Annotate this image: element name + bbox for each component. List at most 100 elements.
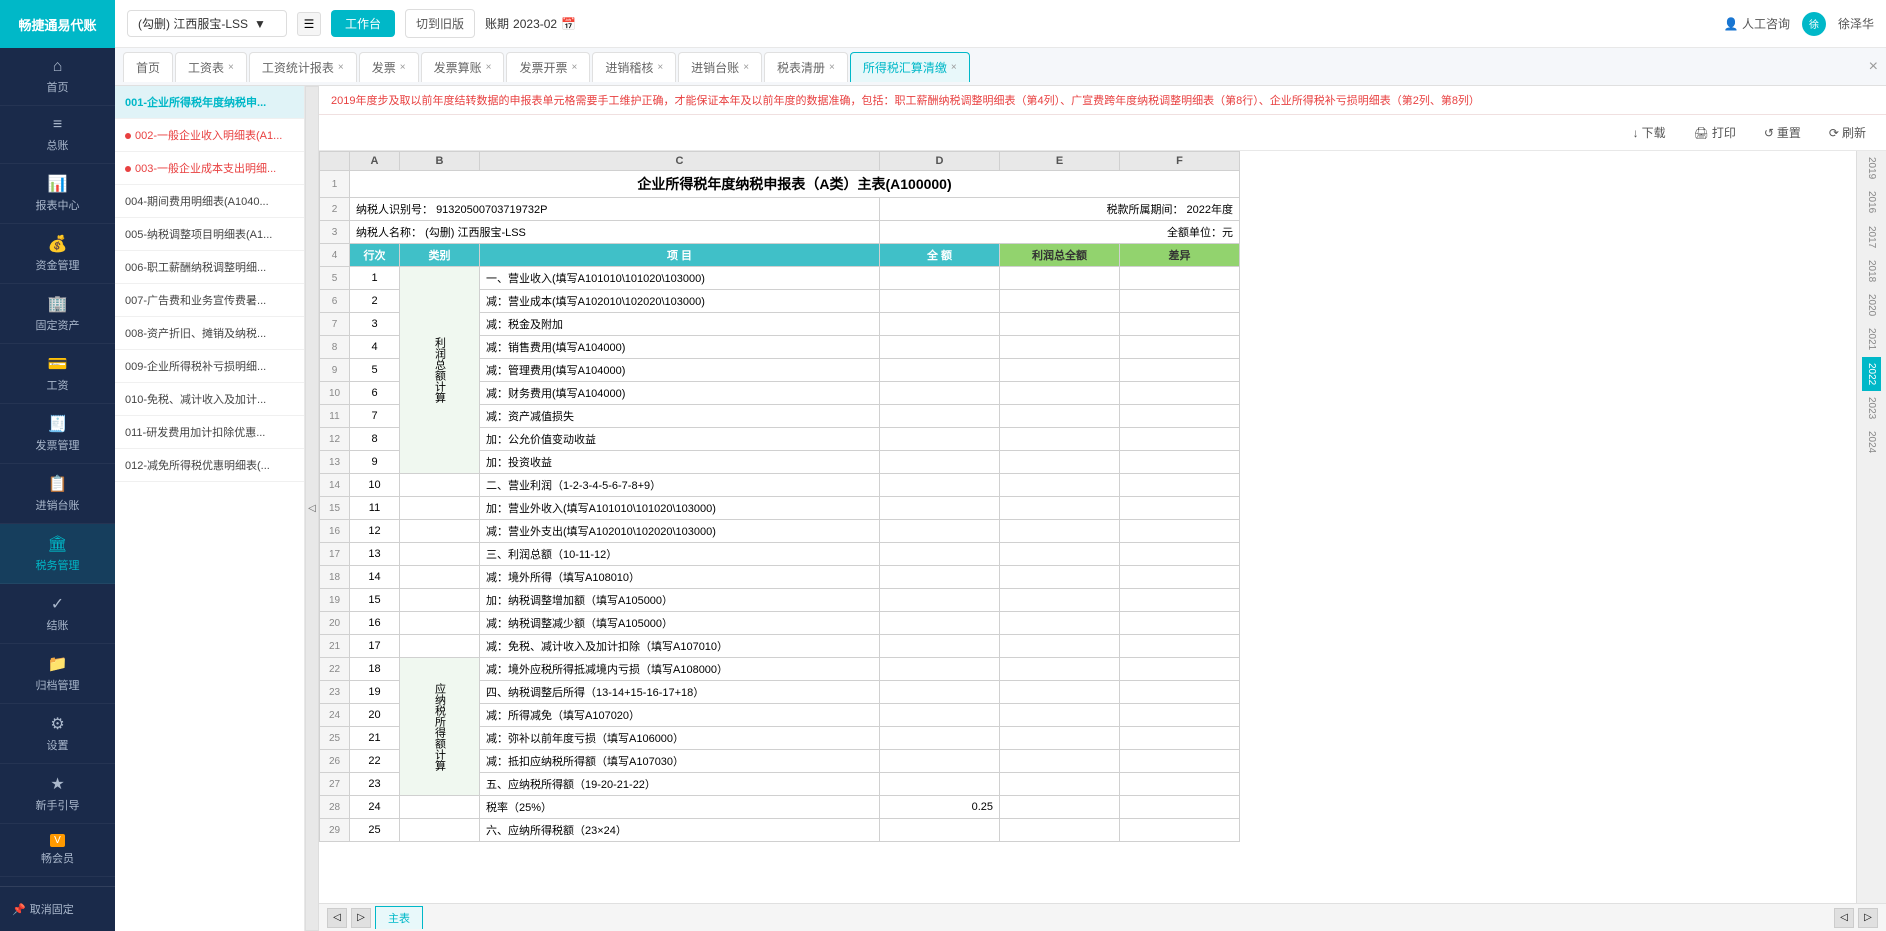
line-num[interactable]: 10 bbox=[350, 474, 400, 497]
tab-close-icon[interactable]: × bbox=[829, 62, 835, 73]
profit-cell[interactable] bbox=[1000, 612, 1120, 635]
profit-cell[interactable] bbox=[1000, 451, 1120, 474]
diff-cell[interactable] bbox=[1120, 267, 1240, 290]
amount-cell[interactable]: 0.25 bbox=[880, 796, 1000, 819]
line-num[interactable]: 19 bbox=[350, 681, 400, 704]
profit-cell[interactable] bbox=[1000, 428, 1120, 451]
switch-old-button[interactable]: 切到旧版 bbox=[405, 9, 475, 38]
profit-cell[interactable] bbox=[1000, 658, 1120, 681]
amount-cell[interactable] bbox=[880, 773, 1000, 796]
profit-cell[interactable] bbox=[1000, 796, 1120, 819]
tab-close-icon[interactable]: × bbox=[657, 62, 663, 73]
year-item-2017[interactable]: 2017 bbox=[1862, 220, 1881, 254]
amount-cell[interactable] bbox=[880, 497, 1000, 520]
tab-purchase-audit[interactable]: 进销稽核 × bbox=[592, 52, 676, 82]
left-panel-item-006[interactable]: 006-职工薪酬纳税调整明细... bbox=[115, 251, 304, 284]
profit-cell[interactable] bbox=[1000, 290, 1120, 313]
sidebar-item-settlement[interactable]: ✓ 结账 bbox=[0, 584, 115, 644]
sidebar-item-new-guide[interactable]: ★ 新手引导 bbox=[0, 764, 115, 824]
left-panel-item-001[interactable]: 001-企业所得税年度纳税申... bbox=[115, 86, 304, 119]
sidebar-item-fixed-assets[interactable]: 🏢 固定资产 bbox=[0, 284, 115, 344]
amount-cell[interactable] bbox=[880, 704, 1000, 727]
scroll-left-button[interactable]: ◁ bbox=[1834, 908, 1854, 928]
line-num[interactable]: 3 bbox=[350, 313, 400, 336]
profit-cell[interactable] bbox=[1000, 474, 1120, 497]
tab-close-icon[interactable]: × bbox=[571, 62, 577, 73]
line-num[interactable]: 5 bbox=[350, 359, 400, 382]
tab-payroll-report[interactable]: 工资统计报表 × bbox=[249, 52, 357, 82]
line-num[interactable]: 21 bbox=[350, 727, 400, 750]
year-item-2020[interactable]: 2020 bbox=[1862, 288, 1881, 322]
line-num[interactable]: 9 bbox=[350, 451, 400, 474]
year-item-2023[interactable]: 2023 bbox=[1862, 391, 1881, 425]
tab-invoice[interactable]: 发票 × bbox=[359, 52, 419, 82]
diff-cell[interactable] bbox=[1120, 290, 1240, 313]
diff-cell[interactable] bbox=[1120, 704, 1240, 727]
amount-cell[interactable] bbox=[880, 290, 1000, 313]
amount-cell[interactable] bbox=[880, 543, 1000, 566]
sidebar-item-invoice-mgmt[interactable]: 🧾 发票管理 bbox=[0, 404, 115, 464]
profit-cell[interactable] bbox=[1000, 635, 1120, 658]
line-num[interactable]: 1 bbox=[350, 267, 400, 290]
sidebar-item-tax-mgmt[interactable]: 🏛 税务管理 bbox=[0, 524, 115, 584]
profit-cell[interactable] bbox=[1000, 681, 1120, 704]
sidebar-item-member[interactable]: V 畅会员 bbox=[0, 824, 115, 877]
amount-cell[interactable] bbox=[880, 589, 1000, 612]
amount-cell[interactable] bbox=[880, 267, 1000, 290]
print-button[interactable]: 🖨 打印 bbox=[1686, 121, 1744, 144]
left-panel-item-008[interactable]: 008-资产折旧、摊销及纳税... bbox=[115, 317, 304, 350]
diff-cell[interactable] bbox=[1120, 497, 1240, 520]
diff-cell[interactable] bbox=[1120, 681, 1240, 704]
refresh-button[interactable]: ⟳ 刷新 bbox=[1821, 121, 1874, 144]
line-num[interactable]: 13 bbox=[350, 543, 400, 566]
sheet-tab-main[interactable]: 主表 bbox=[375, 906, 423, 929]
line-num[interactable]: 17 bbox=[350, 635, 400, 658]
left-panel-item-009[interactable]: 009-企业所得税补亏损明细... bbox=[115, 350, 304, 383]
diff-cell[interactable] bbox=[1120, 566, 1240, 589]
diff-cell[interactable] bbox=[1120, 819, 1240, 842]
year-item-2022[interactable]: 2022 bbox=[1862, 357, 1881, 391]
amount-cell[interactable] bbox=[880, 428, 1000, 451]
profit-cell[interactable] bbox=[1000, 313, 1120, 336]
scroll-right-button[interactable]: ▷ bbox=[1858, 908, 1878, 928]
profit-cell[interactable] bbox=[1000, 520, 1120, 543]
tab-close-icon[interactable]: × bbox=[743, 62, 749, 73]
tab-home[interactable]: 首页 bbox=[123, 52, 173, 82]
line-num[interactable]: 25 bbox=[350, 819, 400, 842]
window-close-icon[interactable]: × bbox=[1869, 58, 1878, 76]
diff-cell[interactable] bbox=[1120, 382, 1240, 405]
line-num[interactable]: 2 bbox=[350, 290, 400, 313]
amount-cell[interactable] bbox=[880, 520, 1000, 543]
line-num[interactable]: 4 bbox=[350, 336, 400, 359]
sidebar-item-purchase-sales[interactable]: 📋 进销台账 bbox=[0, 464, 115, 524]
profit-cell[interactable] bbox=[1000, 405, 1120, 428]
diff-cell[interactable] bbox=[1120, 474, 1240, 497]
left-panel-item-007[interactable]: 007-广告费和业务宣传费暑... bbox=[115, 284, 304, 317]
profit-cell[interactable] bbox=[1000, 819, 1120, 842]
profit-cell[interactable] bbox=[1000, 359, 1120, 382]
left-panel-item-011[interactable]: 011-研发费用加计扣除优惠... bbox=[115, 416, 304, 449]
line-num[interactable]: 7 bbox=[350, 405, 400, 428]
tab-purchase-ledger[interactable]: 进销台账 × bbox=[678, 52, 762, 82]
diff-cell[interactable] bbox=[1120, 773, 1240, 796]
profit-cell[interactable] bbox=[1000, 704, 1120, 727]
line-num[interactable]: 14 bbox=[350, 566, 400, 589]
profit-cell[interactable] bbox=[1000, 267, 1120, 290]
profit-cell[interactable] bbox=[1000, 543, 1120, 566]
sidebar-item-settings[interactable]: ⚙ 设置 bbox=[0, 704, 115, 764]
tab-income-tax[interactable]: 所得税汇算清缴 × bbox=[850, 52, 970, 82]
collapse-button[interactable]: ◁ bbox=[305, 86, 319, 931]
left-panel-item-004[interactable]: 004-期间费用明细表(A1040... bbox=[115, 185, 304, 218]
amount-cell[interactable] bbox=[880, 727, 1000, 750]
line-num[interactable]: 8 bbox=[350, 428, 400, 451]
diff-cell[interactable] bbox=[1120, 727, 1240, 750]
line-num[interactable]: 23 bbox=[350, 773, 400, 796]
year-item-2018[interactable]: 2018 bbox=[1862, 254, 1881, 288]
year-item-2024[interactable]: 2024 bbox=[1862, 425, 1881, 459]
amount-cell[interactable] bbox=[880, 313, 1000, 336]
diff-cell[interactable] bbox=[1120, 359, 1240, 382]
diff-cell[interactable] bbox=[1120, 451, 1240, 474]
line-num[interactable]: 11 bbox=[350, 497, 400, 520]
line-num[interactable]: 15 bbox=[350, 589, 400, 612]
profit-cell[interactable] bbox=[1000, 382, 1120, 405]
